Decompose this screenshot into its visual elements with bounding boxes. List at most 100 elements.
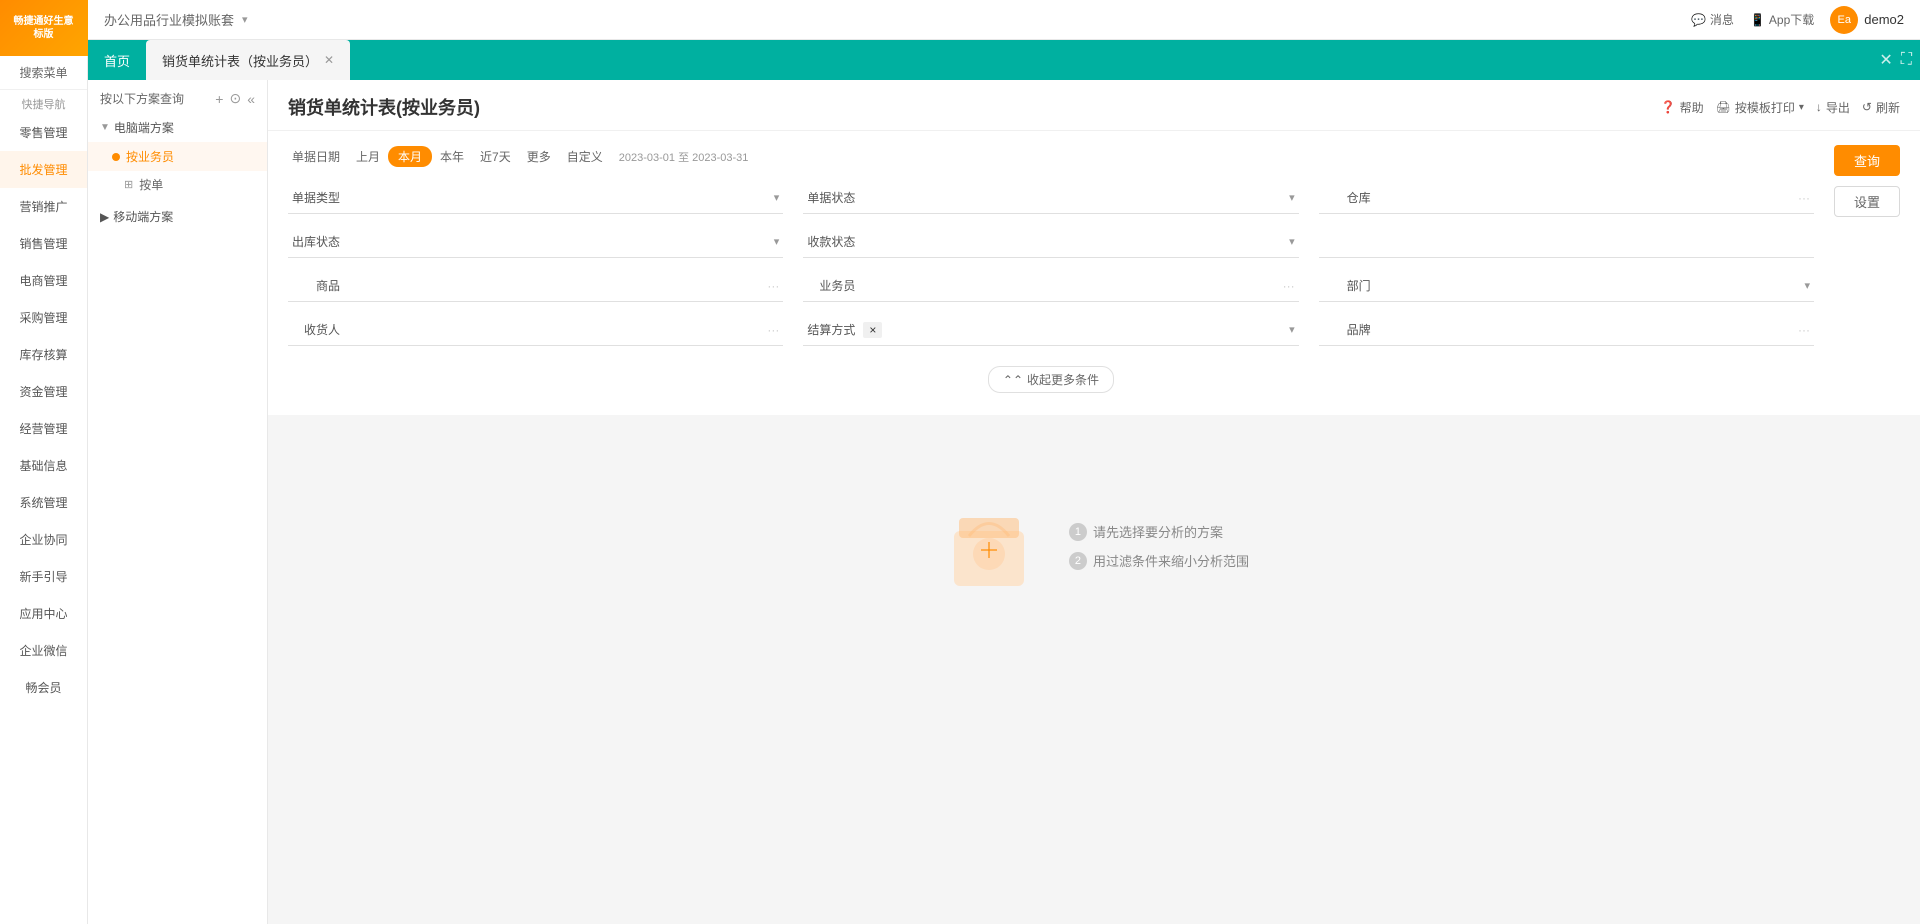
date-tab-custom[interactable]: 自定义 [559,145,611,168]
filter-department: 部门 ▾ [1319,270,1814,302]
goods-more-icon[interactable]: ··· [767,279,779,293]
left-panel: 按以下方案查询 + ⊙ « ▼ 电脑端方案 按业务员 ⊞ 按单 [88,80,268,924]
export-icon: ↓ [1816,100,1822,114]
tab-close-icon[interactable]: ✕ [324,53,334,67]
sidebar-item-newbie[interactable]: 新手引导 [0,558,87,595]
payment-status-label: 收款状态 [803,233,863,250]
print-dropdown-icon[interactable]: ▾ [1799,102,1804,113]
warehouse-more-icon[interactable]: ··· [1798,191,1810,205]
help-button[interactable]: ❓ 帮助 [1661,99,1704,116]
doc-type-dropdown-icon[interactable]: ▾ [774,191,780,204]
tree-item-salesperson[interactable]: 按业务员 [88,142,267,171]
hint1-text: 请先选择要分析的方案 [1093,522,1223,541]
sidebar-item-operation[interactable]: 经营管理 [0,410,87,447]
department-label: 部门 [1319,277,1379,294]
message-action[interactable]: 💬 消息 [1691,11,1734,28]
date-tab-last7[interactable]: 近7天 [472,145,519,168]
out-status-dropdown-icon[interactable]: ▾ [774,235,780,248]
collapse-up-icon: ⌃⌃ [1003,373,1023,387]
sub-icon: ⊞ [124,178,133,191]
left-panel-edit-icon[interactable]: ⊙ [229,90,241,107]
sidebar-item-wholesale[interactable]: 批发管理 [0,151,87,188]
tree-mobile-group-header[interactable]: ▶ 移动端方案 [88,202,267,227]
sidebar-search[interactable]: 搜索菜单 [0,56,87,90]
sidebar-item-inventory[interactable]: 库存核算 [0,336,87,373]
sidebar-item-ecommerce[interactable]: 电商管理 [0,262,87,299]
tree-item-order-label: 按单 [139,176,163,193]
user-profile[interactable]: Ea demo2 [1830,6,1904,34]
filter-row4: 收货人 ··· 结算方式 × ▾ 品牌 [288,314,1814,346]
refresh-button[interactable]: ↺ 刷新 [1862,99,1900,116]
brand-more-icon[interactable]: ··· [1798,323,1810,337]
filter-warehouse: 仓库 ··· [1319,182,1814,214]
collapse-label: 收起更多条件 [1027,371,1099,388]
sidebar-item-system[interactable]: 系统管理 [0,484,87,521]
tree-item-order[interactable]: ⊞ 按单 [88,171,267,198]
hint2-num: 2 [1069,552,1087,570]
left-panel-actions: + ⊙ « [215,90,255,107]
sidebar-item-sales[interactable]: 销售管理 [0,225,87,262]
department-dropdown-icon[interactable]: ▾ [1804,279,1810,292]
tab-maximize-icon[interactable]: ⛶ [1901,51,1912,69]
sidebar-logo[interactable]: 畅捷通好生意 标版 [0,0,88,56]
sidebar-item-marketing[interactable]: 营销推广 [0,188,87,225]
app-download-action[interactable]: 📱 App下载 [1750,11,1814,28]
tab-close-all-icon[interactable]: ✕ [1879,50,1892,70]
filter-main: 单据日期 上月 本月 本年 近7天 更多 自定义 2023-03-01 至 20… [268,131,1834,415]
message-icon: 💬 [1691,13,1706,27]
filter-doc-status: 单据状态 ▾ [803,182,1298,214]
setting-button[interactable]: 设置 [1834,186,1900,217]
left-panel-collapse-icon[interactable]: « [247,91,255,107]
filter-doc-type: 单据类型 ▾ [288,182,783,214]
export-button[interactable]: ↓ 导出 [1816,99,1850,116]
username: demo2 [1864,12,1904,27]
sidebar-item-enterprise[interactable]: 企业协同 [0,521,87,558]
consignee-input[interactable] [348,323,783,337]
export-label: 导出 [1826,99,1850,116]
app-dropdown-icon[interactable]: ▾ [242,13,248,26]
brand-label: 品牌 [1319,321,1379,338]
date-tab-thismonth[interactable]: 本月 [388,146,432,167]
filter-doc-status-2 [1319,226,1814,258]
help-label: 帮助 [1680,99,1704,116]
sidebar-item-wechat[interactable]: 企业微信 [0,632,87,669]
date-tab-lastmonth[interactable]: 上月 [348,145,388,168]
page-header: 销货单统计表(按业务员) ❓ 帮助 🖨 按模板打印 ▾ ↓ 导出 [268,80,1920,131]
page-title: 销货单统计表(按业务员) [288,94,480,120]
empty-illustration [939,496,1039,596]
message-label: 消息 [1710,11,1734,28]
sidebar-quicknav[interactable]: 快捷导航 [22,90,66,114]
date-tab-thisyear[interactable]: 本年 [432,145,472,168]
consignee-more-icon[interactable]: ··· [767,323,779,337]
tree-item-salesperson-label: 按业务员 [126,148,174,165]
sidebar-search-label[interactable]: 搜索菜单 [19,66,67,80]
sidebar-item-appcenter[interactable]: 应用中心 [0,595,87,632]
filter-consignee: 收货人 ··· [288,314,783,346]
sidebar-item-retail[interactable]: 零售管理 [0,114,87,151]
tree-mobile-group-label: 移动端方案 [113,208,173,225]
query-button[interactable]: 查询 [1834,145,1900,176]
sidebar-item-basic[interactable]: 基础信息 [0,447,87,484]
sidebar-item-member[interactable]: 畅会员 [0,669,87,706]
doc-status-dropdown-icon[interactable]: ▾ [1289,191,1295,204]
filter-actions-col: 查询 设置 [1834,131,1920,415]
tab-sales-stat[interactable]: 销货单统计表（按业务员） ✕ [146,40,350,80]
date-tab-more[interactable]: 更多 [519,145,559,168]
tab-home[interactable]: 首页 [88,40,146,80]
print-icon: 🖨 [1716,100,1731,114]
left-panel-add-icon[interactable]: + [215,91,223,107]
tree-pc-group-header[interactable]: ▼ 电脑端方案 [88,113,267,142]
date-filter-row: 单据日期 上月 本月 本年 近7天 更多 自定义 2023-03-01 至 20… [288,145,1814,168]
sidebar-item-purchase[interactable]: 采购管理 [0,299,87,336]
tree-pc-group: ▼ 电脑端方案 按业务员 ⊞ 按单 [88,113,267,202]
settlement-dropdown-icon[interactable]: ▾ [1289,323,1295,336]
print-button[interactable]: 🖨 按模板打印 ▾ [1716,99,1804,116]
salesperson-more-icon[interactable]: ··· [1283,279,1295,293]
collapse-button[interactable]: ⌃⌃ 收起更多条件 [988,366,1114,393]
filter-brand: 品牌 ··· [1319,314,1814,346]
payment-status-dropdown-icon[interactable]: ▾ [1289,235,1295,248]
app-name: 办公用品行业模拟账套 [104,10,234,29]
empty-text: 1 请先选择要分析的方案 2 用过滤条件来缩小分析范围 [1069,522,1249,570]
settlement-tag-close[interactable]: × [869,323,876,337]
sidebar-item-finance[interactable]: 资金管理 [0,373,87,410]
